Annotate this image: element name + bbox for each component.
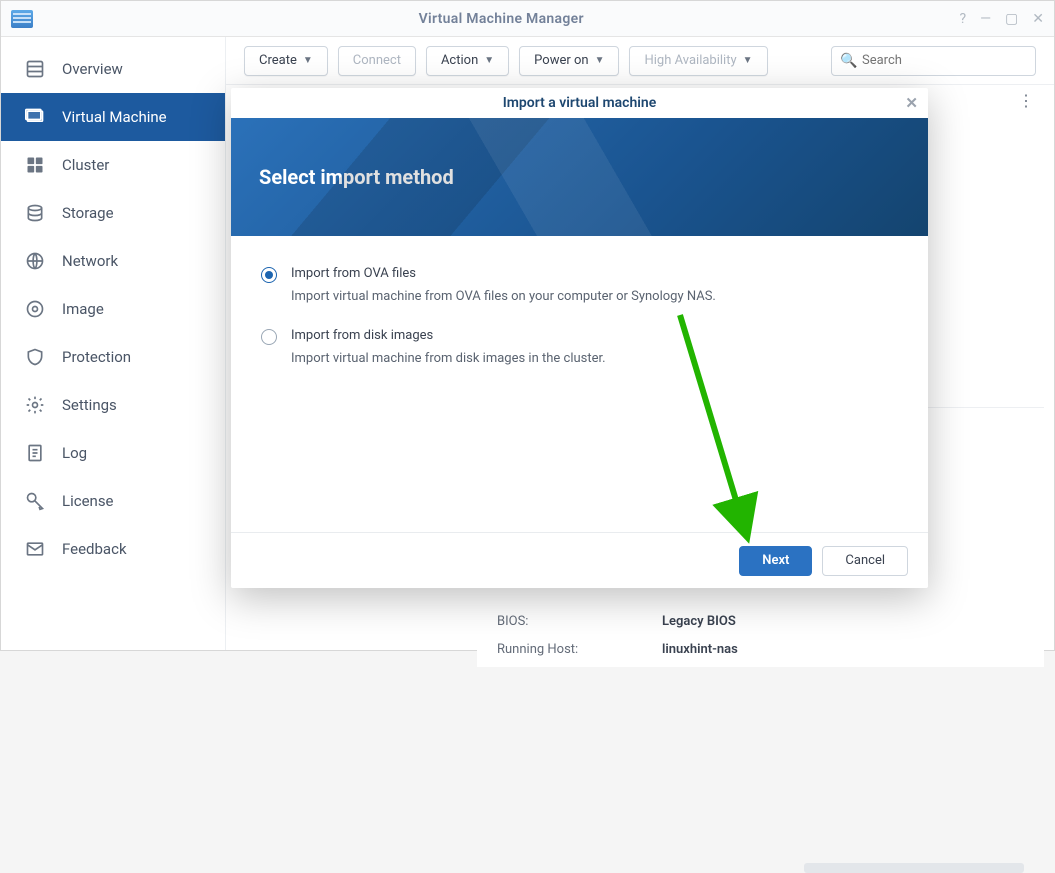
sidebar-item-label: Settings — [62, 396, 117, 414]
sidebar-item-label: Virtual Machine — [62, 108, 167, 126]
bios-value: Legacy BIOS — [662, 614, 736, 629]
toolbar: Create▼ Connect Action▼ Power on▼ High A… — [226, 37, 1054, 85]
sidebar-item-label: License — [62, 492, 114, 510]
option-desc: Import virtual machine from disk images … — [291, 351, 606, 366]
table-columns-menu-icon[interactable]: ⋮ — [1018, 91, 1034, 110]
vm-icon — [25, 107, 45, 127]
sidebar-item-label: Log — [62, 444, 87, 462]
bios-label: BIOS: — [497, 614, 662, 629]
dialog-title: Import a virtual machine ✕ — [231, 88, 928, 118]
running-host-value: linuxhint-nas — [662, 642, 738, 657]
image-icon — [25, 299, 45, 319]
dialog-body: Import from OVA files Import virtual mac… — [231, 236, 928, 532]
sidebar-item-overview[interactable]: Overview — [1, 45, 225, 93]
ha-button[interactable]: High Availability▼ — [629, 46, 767, 76]
protection-icon — [25, 347, 45, 367]
dialog-footer: Next Cancel — [231, 532, 928, 588]
overview-icon — [25, 59, 45, 79]
sidebar-item-protection[interactable]: Protection — [1, 333, 225, 381]
app-icon — [11, 10, 33, 28]
caret-down-icon: ▼ — [595, 55, 605, 66]
option-import-ova[interactable]: Import from OVA files Import virtual mac… — [259, 258, 900, 320]
minimize-icon[interactable]: — — [980, 11, 991, 27]
power-button[interactable]: Power on▼ — [519, 46, 619, 76]
option-import-disk-images[interactable]: Import from disk images Import virtual m… — [259, 320, 900, 382]
sidebar-item-label: Feedback — [62, 540, 127, 558]
create-button[interactable]: Create▼ — [244, 46, 328, 76]
sidebar-item-label: Cluster — [62, 156, 109, 174]
sidebar-item-network[interactable]: Network — [1, 237, 225, 285]
caret-down-icon: ▼ — [484, 55, 494, 66]
license-icon — [25, 491, 45, 511]
search-input[interactable] — [831, 46, 1036, 76]
cluster-icon — [25, 155, 45, 175]
sidebar-item-image[interactable]: Image — [1, 285, 225, 333]
sidebar: Overview Virtual Machine Cluster Storage… — [1, 37, 226, 650]
maximize-icon[interactable]: ▢ — [1005, 11, 1018, 27]
sidebar-item-label: Image — [62, 300, 104, 318]
close-icon[interactable]: ✕ — [905, 94, 918, 112]
sidebar-item-cluster[interactable]: Cluster — [1, 141, 225, 189]
action-button[interactable]: Action▼ — [426, 46, 509, 76]
sidebar-item-virtual-machine[interactable]: Virtual Machine — [1, 93, 225, 141]
search-wrap: 🔍 — [831, 46, 1036, 76]
option-title: Import from disk images — [291, 328, 606, 343]
dialog-banner-title: Select import method — [259, 165, 454, 189]
network-icon — [25, 251, 45, 271]
sidebar-item-label: Overview — [62, 60, 123, 78]
dialog-banner: Select import method — [231, 118, 928, 236]
caret-down-icon: ▼ — [743, 55, 753, 66]
cancel-button[interactable]: Cancel — [822, 546, 908, 576]
radio-icon — [261, 329, 277, 345]
log-icon — [25, 443, 45, 463]
close-window-icon[interactable]: ✕ — [1032, 11, 1044, 27]
window-controls: ? — ▢ ✕ — [959, 11, 1044, 27]
search-icon: 🔍 — [840, 53, 857, 69]
info-usage-bar — [804, 863, 1024, 873]
sidebar-item-feedback[interactable]: Feedback — [1, 525, 225, 573]
sidebar-item-storage[interactable]: Storage — [1, 189, 225, 237]
connect-button[interactable]: Connect — [338, 46, 416, 76]
radio-icon — [261, 267, 277, 283]
feedback-icon — [25, 539, 45, 559]
sidebar-item-label: Network — [62, 252, 118, 270]
option-desc: Import virtual machine from OVA files on… — [291, 289, 716, 304]
sidebar-item-settings[interactable]: Settings — [1, 381, 225, 429]
import-vm-dialog: Import a virtual machine ✕ Select import… — [231, 88, 928, 588]
sidebar-item-label: Protection — [62, 348, 131, 366]
next-button[interactable]: Next — [739, 546, 812, 576]
window-title: Virtual Machine Manager — [43, 11, 959, 27]
titlebar: Virtual Machine Manager ? — ▢ ✕ — [1, 1, 1054, 37]
sidebar-item-license[interactable]: License — [1, 477, 225, 525]
caret-down-icon: ▼ — [303, 55, 313, 66]
help-icon[interactable]: ? — [959, 11, 966, 27]
running-host-label: Running Host: — [497, 642, 662, 657]
sidebar-item-label: Storage — [62, 204, 114, 222]
sidebar-item-log[interactable]: Log — [1, 429, 225, 477]
gear-icon — [25, 395, 45, 415]
storage-icon — [25, 203, 45, 223]
option-title: Import from OVA files — [291, 266, 716, 281]
